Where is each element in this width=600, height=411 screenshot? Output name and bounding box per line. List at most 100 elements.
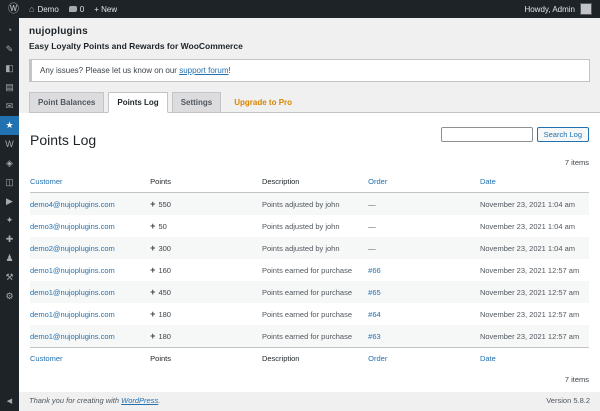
- points-value: 550: [158, 200, 171, 209]
- site-name: Demo: [37, 4, 59, 14]
- sort-order-footer[interactable]: Order: [368, 354, 387, 363]
- date-cell: November 23, 2021 12:57 am: [479, 265, 580, 275]
- loyalty-points-menu-icon[interactable]: ★: [0, 116, 19, 135]
- woocommerce-icon[interactable]: W: [0, 135, 19, 154]
- customer-link[interactable]: demo1@nujoplugins.com: [30, 288, 115, 297]
- table-row: demo1@nujoplugins.com +450 Points earned…: [30, 281, 589, 303]
- notice-text: Any issues? Please let us know on our: [40, 66, 180, 75]
- admin-content: nujoplugins Easy Loyalty Points and Rewa…: [19, 18, 600, 411]
- order-link[interactable]: #63: [368, 332, 381, 341]
- comments-count: 0: [79, 4, 85, 14]
- search-input[interactable]: [440, 127, 533, 142]
- customer-link[interactable]: demo3@nujoplugins.com: [30, 222, 115, 231]
- order-cell: —: [368, 243, 376, 253]
- plus-icon: +: [150, 199, 156, 209]
- points-value: 160: [158, 266, 171, 275]
- order-link[interactable]: #64: [368, 310, 381, 319]
- points-log-table: Customer Points Description Order Date d…: [30, 171, 589, 369]
- plugin-header: nujoplugins Easy Loyalty Points and Rewa…: [19, 18, 600, 51]
- brand-logo: nujoplugins: [29, 26, 88, 37]
- description-cell: Points earned for purchase: [261, 265, 353, 275]
- order-link[interactable]: #65: [368, 288, 381, 297]
- comments-icon[interactable]: ✉: [0, 97, 19, 116]
- points-value: 50: [158, 222, 167, 231]
- products-icon[interactable]: ◈: [0, 154, 19, 173]
- table-row: demo1@nujoplugins.com +180 Points earned…: [30, 325, 589, 348]
- date-cell: November 23, 2021 1:04 am: [479, 221, 576, 231]
- date-cell: November 23, 2021 12:57 am: [479, 287, 580, 297]
- order-cell: —: [368, 221, 376, 231]
- points-value: 180: [158, 332, 171, 341]
- table-row: demo4@nujoplugins.com +550 Points adjust…: [30, 192, 589, 215]
- points-value: 180: [158, 310, 171, 319]
- search-log-button[interactable]: Search Log: [536, 127, 589, 142]
- wordpress-logo-icon: Ⓦ: [8, 2, 19, 15]
- sort-date-footer[interactable]: Date: [480, 354, 496, 363]
- description-cell: Points earned for purchase: [261, 309, 353, 319]
- settings-icon[interactable]: ⚙: [0, 287, 19, 306]
- appearance-icon[interactable]: ✦: [0, 211, 19, 230]
- support-forum-link[interactable]: support forum: [179, 66, 228, 75]
- points-header: Points: [150, 171, 262, 193]
- items-count-bottom: 7 items: [564, 375, 589, 384]
- avatar[interactable]: [580, 3, 592, 15]
- tab-point-balances[interactable]: Point Balances: [29, 92, 105, 112]
- description-cell: Points adjusted by john: [261, 221, 340, 231]
- analytics-icon[interactable]: ◫: [0, 173, 19, 192]
- pages-icon[interactable]: ▤: [0, 78, 19, 97]
- support-notice: Any issues? Please let us know on our su…: [29, 59, 590, 82]
- plus-icon: +: [150, 331, 156, 341]
- tab-points-log[interactable]: Points Log: [108, 92, 168, 113]
- footer-thankyou: Thank you for creating with WordPress.: [29, 396, 161, 405]
- description-cell: Points earned for purchase: [261, 287, 353, 297]
- collapse-menu-icon[interactable]: ◀: [0, 397, 19, 405]
- sort-customer-header[interactable]: Customer: [30, 177, 63, 186]
- description-footer: Description: [261, 347, 369, 369]
- posts-icon[interactable]: ✎: [0, 40, 19, 59]
- points-footer: Points: [150, 347, 262, 369]
- new-content-menu[interactable]: + New: [94, 5, 117, 14]
- notice-text-after: !: [228, 66, 231, 75]
- customer-link[interactable]: demo1@nujoplugins.com: [30, 266, 115, 275]
- sort-date-header[interactable]: Date: [480, 177, 496, 186]
- tab-upgrade-to-pro[interactable]: Upgrade to Pro: [225, 92, 301, 112]
- tab-bar: Point Balances Points Log Settings Upgra…: [29, 92, 600, 113]
- wordpress-link[interactable]: WordPress: [121, 396, 158, 405]
- plus-icon: +: [150, 265, 156, 275]
- customer-link[interactable]: demo1@nujoplugins.com: [30, 332, 115, 341]
- customer-link[interactable]: demo2@nujoplugins.com: [30, 244, 115, 253]
- customer-link[interactable]: demo1@nujoplugins.com: [30, 310, 115, 319]
- table-row: demo2@nujoplugins.com +300 Points adjust…: [30, 237, 589, 259]
- marketing-icon[interactable]: ▶: [0, 192, 19, 211]
- plugins-icon[interactable]: ✚: [0, 230, 19, 249]
- comments-menu[interactable]: 0: [68, 4, 85, 14]
- items-count-top: 7 items: [564, 158, 589, 167]
- home-icon: ⌂: [29, 3, 35, 14]
- howdy-menu[interactable]: Howdy, Admin: [524, 5, 575, 14]
- admin-sidebar: ◔ ✎ ◧ ▤ ✉ ★ W ◈ ◫ ▶ ✦ ✚ ♟ ⚒ ⚙ ◀: [0, 18, 19, 411]
- points-value: 300: [158, 244, 171, 253]
- wordpress-admin-screen: Ⓦ ⌂ Demo 0 + New Howdy, Admin ◔ ✎ ◧ ▤ ✉ ★ W ◈ ◫ ▶…: [0, 0, 600, 411]
- new-label: + New: [94, 4, 118, 14]
- plus-icon: +: [150, 287, 156, 297]
- wordpress-menu[interactable]: Ⓦ: [8, 2, 19, 15]
- admin-bar: Ⓦ ⌂ Demo 0 + New Howdy, Admin: [0, 0, 600, 18]
- sort-customer-footer[interactable]: Customer: [30, 354, 63, 363]
- sort-order-header[interactable]: Order: [368, 177, 387, 186]
- order-link[interactable]: #66: [368, 266, 381, 275]
- description-header: Description: [261, 171, 369, 193]
- points-value: 450: [158, 288, 171, 297]
- customer-link[interactable]: demo4@nujoplugins.com: [30, 200, 115, 209]
- tab-settings[interactable]: Settings: [171, 92, 222, 112]
- dashboard-icon[interactable]: ◔: [0, 21, 19, 40]
- comment-bubble-icon: [68, 6, 77, 12]
- plugin-title: Easy Loyalty Points and Rewards for WooC…: [29, 41, 243, 51]
- tools-icon[interactable]: ⚒: [0, 268, 19, 287]
- date-cell: November 23, 2021 1:04 am: [479, 243, 576, 253]
- media-icon[interactable]: ◧: [0, 59, 19, 78]
- users-icon[interactable]: ♟: [0, 249, 19, 268]
- admin-bar-right: Howdy, Admin: [524, 3, 592, 15]
- table-footer: Customer Points Description Order Date: [30, 347, 589, 369]
- table-row: demo1@nujoplugins.com +160 Points earned…: [30, 259, 589, 281]
- site-menu[interactable]: ⌂ Demo: [29, 3, 59, 14]
